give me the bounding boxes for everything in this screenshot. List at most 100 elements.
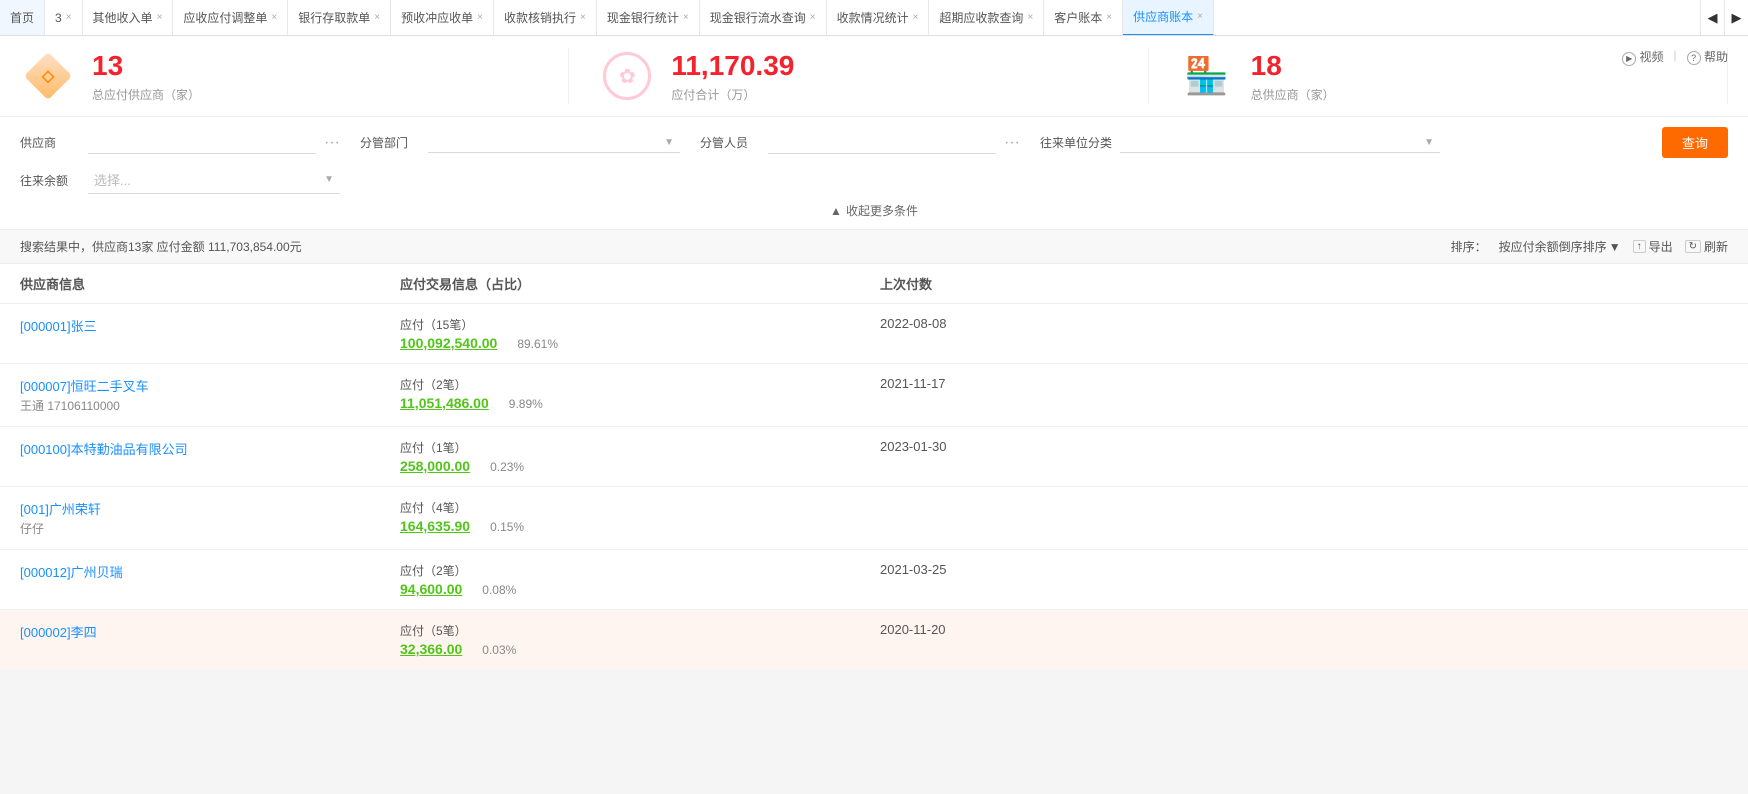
stat-label-payable-total: 应付合计（万） <box>671 86 794 103</box>
payable-amount-2[interactable]: 258,000.00 <box>400 458 470 474</box>
nav-tab-close-receipt-verify[interactable]: × <box>580 12 586 23</box>
top-right-links: ▶ 视频 | ? 帮助 <box>1622 48 1728 66</box>
person-input[interactable] <box>768 131 996 154</box>
divider: | <box>1674 48 1677 66</box>
payable-label-5: 应付（5笔） <box>400 622 880 639</box>
last-payment-cell-5: 2020-11-20 <box>880 622 1728 637</box>
nav-tab-close-cash-bank-flow[interactable]: × <box>810 12 816 23</box>
payable-label-3: 应付（4笔） <box>400 499 880 516</box>
nav-tab-bank-deposit[interactable]: 银行存取款单× <box>288 0 391 36</box>
video-link[interactable]: ▶ 视频 <box>1622 48 1663 66</box>
balance-select[interactable]: 选择... ▼ <box>88 166 340 194</box>
payable-percent-2: 0.23% <box>490 460 524 474</box>
filter-row-2: 往来余额 选择... ▼ <box>20 166 1728 194</box>
supplier-link-2[interactable]: [000100]本特勤油品有限公司 <box>20 442 188 457</box>
stat-value-total-suppliers: 18 <box>1251 49 1335 83</box>
payable-percent-3: 0.15% <box>490 520 524 534</box>
search-button[interactable]: 查询 <box>1662 127 1728 158</box>
supplier-link-4[interactable]: [000012]广州贝瑞 <box>20 565 123 580</box>
nav-prev-arrow[interactable]: ◀ <box>1700 0 1724 36</box>
export-icon: ↑ <box>1633 240 1646 253</box>
supplier-link-1[interactable]: [000007]恒旺二手叉车 <box>20 379 149 394</box>
stat-total-payable-suppliers: ◇ 13 总应付供应商（家） <box>20 48 569 104</box>
nav-tab-close-tab3[interactable]: × <box>66 12 72 23</box>
person-dots[interactable]: ··· <box>1004 134 1020 152</box>
last-payment-cell-2: 2023-01-30 <box>880 439 1728 454</box>
payable-amount-0[interactable]: 100,092,540.00 <box>400 335 497 351</box>
supplier-link-5[interactable]: [000002]李四 <box>20 625 97 640</box>
supplier-link-0[interactable]: [000001]张三 <box>20 319 97 334</box>
nav-tab-close-customer-ledger[interactable]: × <box>1106 12 1112 23</box>
nav-tab-cash-bank-flow[interactable]: 现金银行流水查询× <box>700 0 827 36</box>
nav-tab-close-bank-deposit[interactable]: × <box>374 12 380 23</box>
supplier-info-cell-4: [000012]广州贝瑞 <box>20 562 400 581</box>
table-row: [000001]张三应付（15笔）100,092,540.0089.61%202… <box>0 304 1748 364</box>
payable-row-3: 164,635.90 0.15% <box>400 518 880 534</box>
payable-amount-4[interactable]: 94,600.00 <box>400 581 462 597</box>
refresh-icon: ↻ <box>1685 240 1701 253</box>
nav-tab-close-supplier-ledger[interactable]: × <box>1197 11 1203 22</box>
payable-label-2: 应付（1笔） <box>400 439 880 456</box>
table-body: [000001]张三应付（15笔）100,092,540.0089.61%202… <box>0 304 1748 669</box>
category-label: 往来单位分类 <box>1040 134 1112 151</box>
nav-tab-close-ar-ap-adjust[interactable]: × <box>271 12 277 23</box>
payable-row-0: 100,092,540.00 89.61% <box>400 335 880 351</box>
col-header-payable: 应付交易信息（占比） <box>400 274 880 293</box>
category-select[interactable]: ▼ <box>1120 133 1440 153</box>
nav-tab-close-other-income[interactable]: × <box>157 12 163 23</box>
refresh-button[interactable]: ↻ 刷新 <box>1685 238 1728 255</box>
help-link[interactable]: ? 帮助 <box>1687 48 1728 66</box>
supplier-name-4: [000012]广州贝瑞 <box>20 562 400 581</box>
table-row: [001]广州荣轩仔仔应付（4笔） 164,635.90 0.15% <box>0 487 1748 550</box>
dept-select[interactable]: ▼ <box>428 133 680 153</box>
stat-label-total-suppliers: 总供应商（家） <box>1251 86 1335 103</box>
nav-tab-cash-bank-stat[interactable]: 现金银行统计× <box>597 0 700 36</box>
supplier-info-cell-5: [000002]李四 <box>20 622 400 641</box>
payable-percent-0: 89.61% <box>517 337 558 351</box>
payable-amount-5[interactable]: 32,366.00 <box>400 641 462 657</box>
sort-select[interactable]: 按应付余额倒序排序 ▼ <box>1499 238 1621 255</box>
nav-tab-other-income[interactable]: 其他收入单× <box>83 0 174 36</box>
export-button[interactable]: ↑ 导出 <box>1633 238 1673 255</box>
supplier-name-5: [000002]李四 <box>20 622 400 641</box>
payable-percent-5: 0.03% <box>482 643 516 657</box>
payable-info-cell-0: 应付（15笔）100,092,540.0089.61% <box>400 316 880 351</box>
filter-supplier: 供应商 ··· <box>20 131 340 154</box>
result-bar: 搜索结果中，供应商13家 应付金额 111,703,854.00元 排序： 按应… <box>0 230 1748 264</box>
nav-tab-home[interactable]: 首页 <box>0 0 45 36</box>
nav-tab-customer-ledger[interactable]: 客户账本× <box>1044 0 1123 36</box>
stat-value-payable-total: 11,170.39 <box>671 49 794 83</box>
filter-row-1: 供应商 ··· 分管部门 ▼ 分管人员 ··· 往来单位分类 ▼ 查询 <box>20 127 1728 158</box>
supplier-dots[interactable]: ··· <box>324 134 340 152</box>
nav-tab-close-receipt-stat[interactable]: × <box>913 12 919 23</box>
supplier-input[interactable] <box>88 131 316 154</box>
collapse-label: 收起更多条件 <box>846 202 918 219</box>
supplier-name-2: [000100]本特勤油品有限公司 <box>20 439 400 458</box>
nav-tab-close-cash-bank-stat[interactable]: × <box>683 12 689 23</box>
dept-chevron-icon: ▼ <box>664 137 674 148</box>
supplier-link-3[interactable]: [001]广州荣轩 <box>20 502 101 517</box>
payable-info-cell-4: 应付（2笔）94,600.000.08% <box>400 562 880 597</box>
payable-amount-3[interactable]: 164,635.90 <box>400 518 470 534</box>
nav-tab-close-overdue-ar[interactable]: × <box>1027 12 1033 23</box>
diamond-icon: ◇ <box>20 48 76 104</box>
stat-value-payable-suppliers: 13 <box>92 49 200 83</box>
payable-info-cell-5: 应付（5笔） 32,366.00 0.03% <box>400 622 880 657</box>
collapse-button[interactable]: ▲ 收起更多条件 <box>830 202 918 219</box>
nav-tab-overdue-ar[interactable]: 超期应收款查询× <box>929 0 1044 36</box>
filter-balance: 往来余额 选择... ▼ <box>20 166 340 194</box>
nav-tab-receipt-verify[interactable]: 收款核销执行× <box>494 0 597 36</box>
nav-tab-supplier-ledger[interactable]: 供应商账本× <box>1123 0 1214 36</box>
sort-chevron-icon: ▼ <box>1609 240 1621 254</box>
nav-tab-prepay-ar[interactable]: 预收冲应收单× <box>391 0 494 36</box>
nav-tab-receipt-stat[interactable]: 收款情况统计× <box>827 0 930 36</box>
data-table: 供应商信息 应付交易信息（占比） 上次付数 [000001]张三应付（15笔）1… <box>0 264 1748 669</box>
stat-content-total-suppliers: 18 总供应商（家） <box>1251 49 1335 104</box>
nav-next-arrow[interactable]: ▶ <box>1724 0 1748 36</box>
nav-tab-tab3[interactable]: 3× <box>45 0 83 36</box>
nav-tab-ar-ap-adjust[interactable]: 应收应付调整单× <box>173 0 288 36</box>
payable-row-5: 32,366.00 0.03% <box>400 641 880 657</box>
nav-tab-close-prepay-ar[interactable]: × <box>477 12 483 23</box>
payable-amount-1[interactable]: 11,051,486.00 <box>400 395 489 411</box>
supplier-info-cell-3: [001]广州荣轩仔仔 <box>20 499 400 537</box>
